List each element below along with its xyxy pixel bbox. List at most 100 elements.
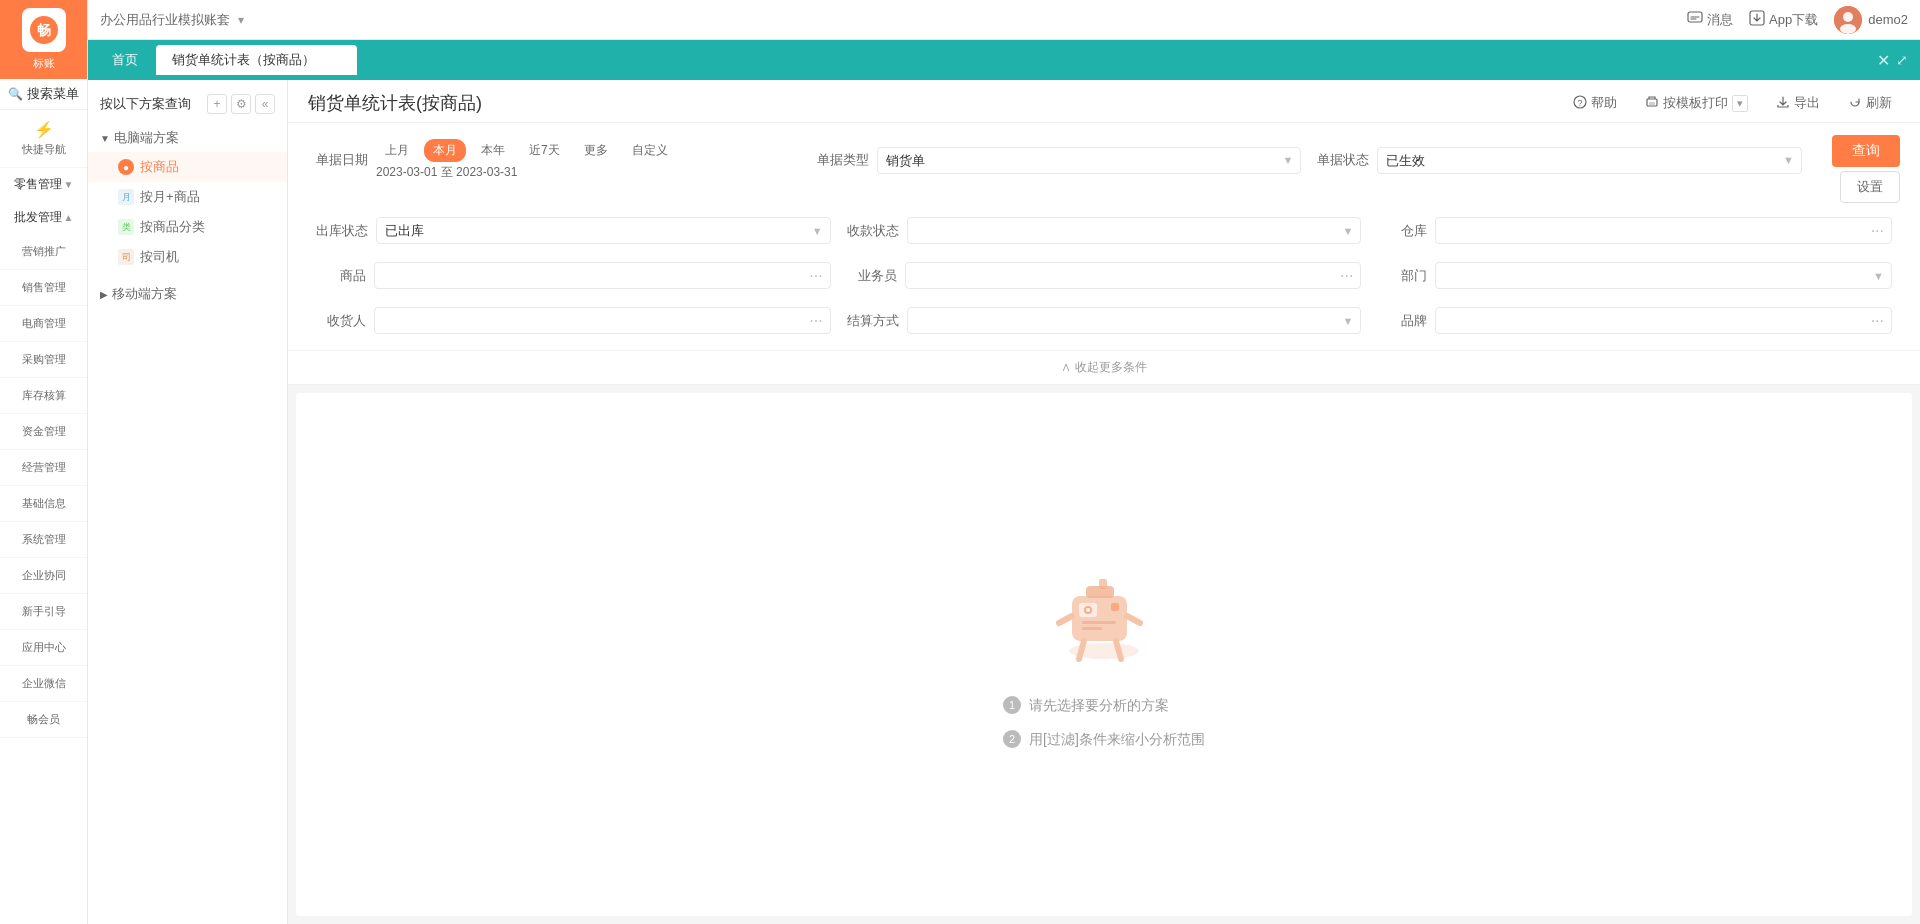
scheme-panel-title: 按以下方案查询: [100, 95, 191, 113]
print-icon: [1645, 95, 1659, 112]
payment-status-label: 收款状态: [847, 222, 907, 240]
help-label: 帮助: [1591, 94, 1617, 112]
sidebar-item-procurement[interactable]: 采购管理: [0, 342, 87, 378]
sidebar-item-enterprise[interactable]: 企业协同: [0, 558, 87, 594]
sidebar-item-marketing[interactable]: 营销推广: [0, 234, 87, 270]
sidebar-item-operations[interactable]: 经营管理: [0, 450, 87, 486]
svg-point-16: [1086, 608, 1090, 612]
tab-expand-icon[interactable]: ⤢: [1896, 52, 1908, 68]
date-7days[interactable]: 近7天: [520, 139, 569, 162]
settlement-select[interactable]: [907, 307, 1362, 334]
consignee-input[interactable]: [374, 307, 831, 334]
warehouse-status-select[interactable]: 已出库: [376, 217, 831, 244]
query-button[interactable]: 查询: [1832, 135, 1900, 167]
print-btn[interactable]: 按模板打印 ▾: [1637, 90, 1756, 116]
sidebar-item-system[interactable]: 系统管理: [0, 522, 87, 558]
brand-control: ···: [1435, 307, 1892, 334]
department-select[interactable]: [1435, 262, 1892, 289]
procurement-label: 采购管理: [22, 352, 66, 367]
product-input[interactable]: [374, 262, 831, 289]
member-label: 畅会员: [27, 712, 60, 727]
message-icon: [1687, 10, 1703, 29]
help-btn[interactable]: ? 帮助: [1565, 90, 1625, 116]
salesperson-control: ···: [905, 262, 1362, 289]
collapse-filter-btn[interactable]: ∧ 收起更多条件: [288, 351, 1920, 385]
retail-expand-icon: ▼: [64, 179, 74, 190]
warehouse-input[interactable]: [1435, 217, 1892, 244]
search-menu-btn[interactable]: 🔍 搜索菜单: [8, 85, 79, 103]
tab-close-button[interactable]: ✕: [329, 52, 341, 68]
tab-report[interactable]: 销货单统计表（按商品） ✕: [156, 45, 357, 75]
sidebar-item-wholesale[interactable]: 批发管理 ▲: [0, 201, 87, 234]
scheme-item-by-month-product[interactable]: 月 按月+商品: [88, 182, 287, 212]
scheme-item-by-category-label: 按商品分类: [140, 218, 205, 236]
svg-point-6: [1840, 24, 1856, 34]
tab-bar-close-button[interactable]: ✕: [1877, 51, 1890, 70]
sidebar-item-member[interactable]: 畅会员: [0, 702, 87, 738]
refresh-btn[interactable]: 刷新: [1840, 90, 1900, 116]
salesperson-cell: 业务员 ···: [839, 258, 1370, 293]
scheme-group-mobile-header[interactable]: ▶ 移动端方案: [88, 280, 287, 308]
tab-home[interactable]: 首页: [96, 45, 154, 75]
export-btn[interactable]: 导出: [1768, 90, 1828, 116]
brand-cell: 品牌 ···: [1369, 303, 1900, 338]
date-custom[interactable]: 自定义: [623, 139, 677, 162]
app-download-action[interactable]: App下载: [1749, 10, 1818, 29]
sidebar-item-guide[interactable]: 新手引导: [0, 594, 87, 630]
filter-table-area: 销货单统计表(按商品) ? 帮助 按模板打印 ▾: [288, 80, 1920, 924]
search-menu-container[interactable]: 🔍 搜索菜单: [0, 79, 87, 110]
warehouse-icon: 司: [118, 249, 134, 265]
svg-point-5: [1843, 12, 1853, 22]
mobile-group-arrow: ▶: [100, 289, 108, 300]
user-name: demo2: [1868, 12, 1908, 27]
sidebar-item-ecommerce[interactable]: 电商管理: [0, 306, 87, 342]
date-filter-buttons: 上月 本月 本年 近7天 更多 自定义: [376, 139, 801, 162]
scheme-add-btn[interactable]: +: [207, 94, 227, 114]
brand-input[interactable]: [1435, 307, 1892, 334]
retail-label: 零售管理: [14, 176, 62, 193]
doc-type-select[interactable]: 销货单: [877, 147, 1302, 174]
scheme-settings-btn[interactable]: ⚙: [231, 94, 251, 114]
month-product-icon: 月: [118, 189, 134, 205]
quick-nav-label: 快捷导航: [22, 142, 66, 157]
system-label: 系统管理: [22, 532, 66, 547]
date-this-month[interactable]: 本月: [424, 139, 466, 162]
consignee-label: 收货人: [316, 312, 374, 330]
doc-status-select[interactable]: 已生效: [1377, 147, 1802, 174]
scheme-item-by-category[interactable]: 类 按商品分类: [88, 212, 287, 242]
quick-nav-icon: ⚡: [34, 120, 54, 139]
sidebar-item-quick-nav[interactable]: ⚡ 快捷导航: [0, 110, 87, 168]
sidebar-item-basics[interactable]: 基础信息: [0, 486, 87, 522]
scheme-item-by-product[interactable]: ● 按商品: [88, 152, 287, 182]
app-title-dropdown[interactable]: ▾: [238, 13, 244, 27]
settlement-label: 结算方式: [847, 312, 907, 330]
sidebar-item-apps[interactable]: 应用中心: [0, 630, 87, 666]
scheme-item-by-warehouse[interactable]: 司 按司机: [88, 242, 287, 272]
search-menu-label: 搜索菜单: [27, 85, 79, 103]
page-header: 销货单统计表(按商品) ? 帮助 按模板打印 ▾: [288, 80, 1920, 123]
sidebar-item-inventory[interactable]: 库存核算: [0, 378, 87, 414]
hint-text-2: 用[过滤]条件来缩小分析范围: [1029, 725, 1205, 753]
hint-num-1: 1: [1003, 696, 1021, 714]
date-more[interactable]: 更多: [575, 139, 617, 162]
scheme-group-desktop-header[interactable]: ▼ 电脑端方案: [88, 124, 287, 152]
sidebar-item-wechat[interactable]: 企业微信: [0, 666, 87, 702]
message-action[interactable]: 消息: [1687, 10, 1733, 29]
payment-status-select[interactable]: [907, 217, 1362, 244]
sales-label: 销售管理: [22, 280, 66, 295]
settings-button[interactable]: 设置: [1840, 171, 1900, 203]
salesperson-input[interactable]: [905, 262, 1362, 289]
svg-rect-14: [1111, 603, 1119, 611]
marketing-label: 营销推广: [22, 244, 66, 259]
scheme-panel-header: 按以下方案查询 + ⚙ «: [88, 88, 287, 120]
sidebar-item-sales[interactable]: 销售管理: [0, 270, 87, 306]
scheme-collapse-btn[interactable]: «: [255, 94, 275, 114]
sidebar-item-finance[interactable]: 资金管理: [0, 414, 87, 450]
date-this-year[interactable]: 本年: [472, 139, 514, 162]
collapse-filter-label: ∧ 收起更多条件: [1061, 360, 1146, 374]
print-dropdown-arrow[interactable]: ▾: [1732, 95, 1748, 112]
date-last-month[interactable]: 上月: [376, 139, 418, 162]
sidebar-item-retail[interactable]: 零售管理 ▼: [0, 168, 87, 201]
user-profile[interactable]: demo2: [1834, 6, 1908, 34]
topbar-right: 消息 App下载 demo2: [1687, 6, 1908, 34]
